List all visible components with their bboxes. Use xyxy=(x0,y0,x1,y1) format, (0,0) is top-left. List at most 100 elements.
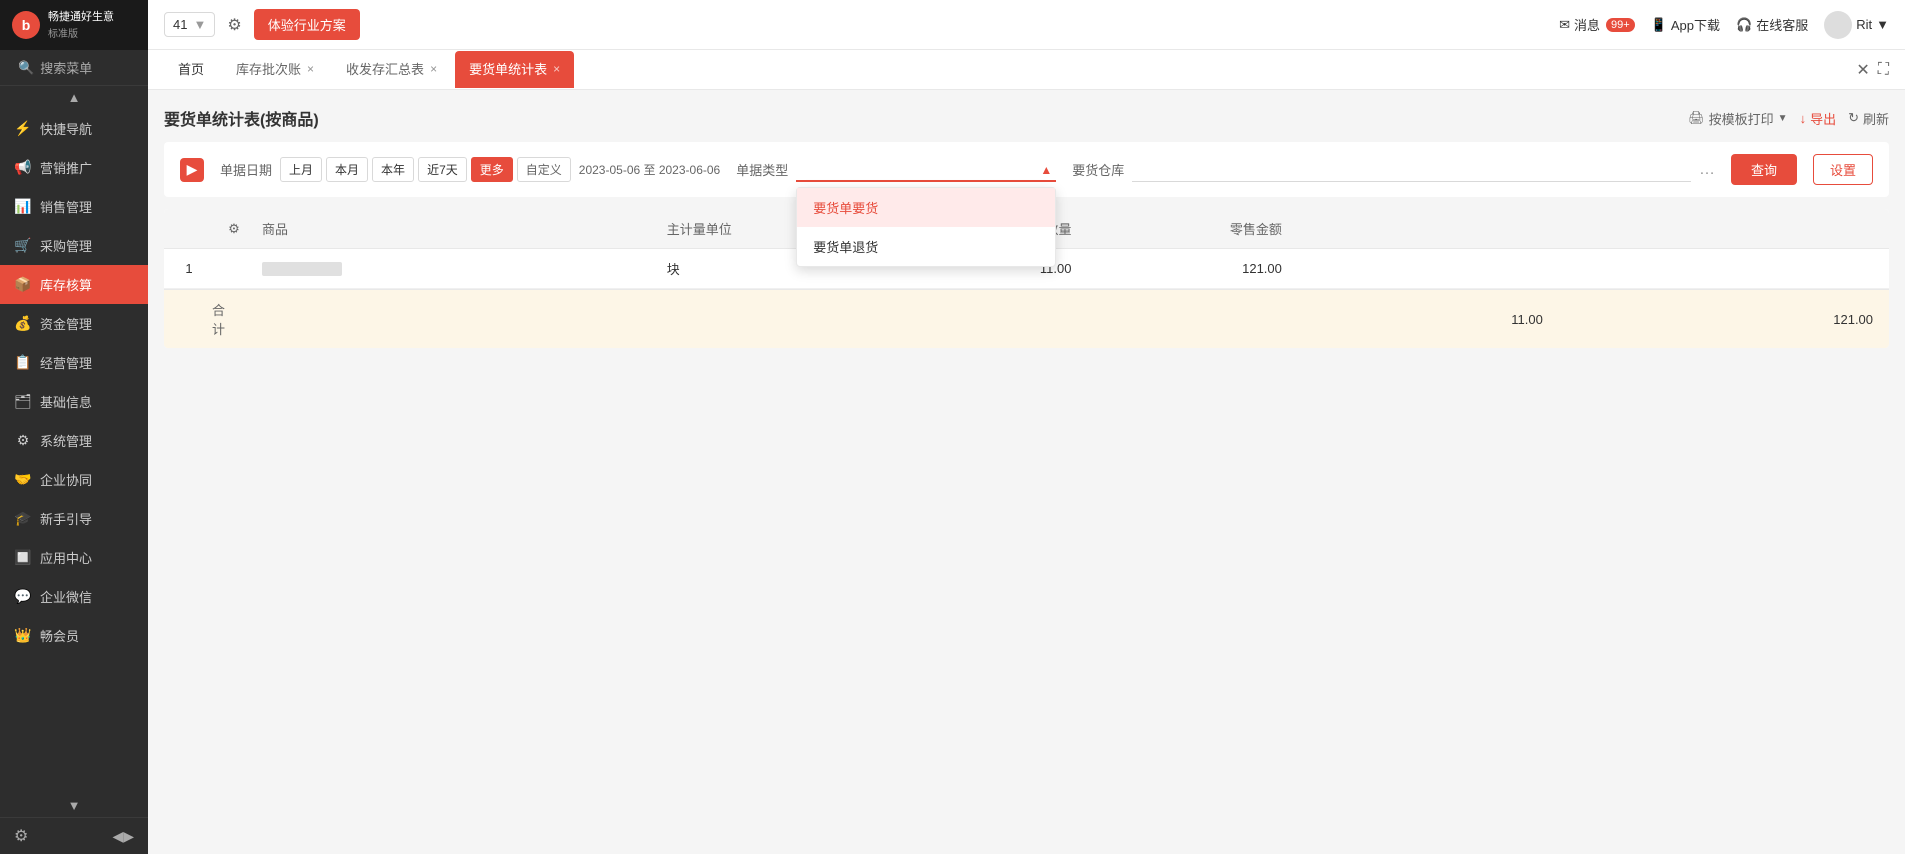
footer-qty: 11.00 xyxy=(1213,312,1543,327)
type-dropdown-arrow[interactable]: ▲ xyxy=(1040,163,1052,177)
sidebar-item-sales[interactable]: 📊 销售管理 xyxy=(0,187,148,226)
messages-btn[interactable]: ✉ 消息 99+ xyxy=(1559,15,1635,34)
warehouse-filter-input[interactable] xyxy=(1132,158,1691,182)
cell-product xyxy=(254,252,659,286)
sidebar-item-label: 基础信息 xyxy=(40,392,92,411)
tab-close-all-btn[interactable]: ✕ xyxy=(1856,60,1869,80)
sidebar-item-label: 畅会员 xyxy=(40,626,79,645)
filter-area: ▶ 单据日期 上月 本月 本年 近7天 更多 自定义 2023-05-06 至 … xyxy=(164,142,1889,197)
sidebar-item-guide[interactable]: 🎓 新手引导 xyxy=(0,499,148,538)
export-icon: ↓ xyxy=(1800,111,1807,126)
sidebar-item-wechat[interactable]: 💬 企业微信 xyxy=(0,577,148,616)
date-btn-last7[interactable]: 近7天 xyxy=(418,157,467,182)
guide-icon: 🎓 xyxy=(14,510,32,528)
sidebar-item-operation[interactable]: 📋 经营管理 xyxy=(0,343,148,382)
date-filter-label: 单据日期 xyxy=(220,160,272,179)
message-icon: ✉ xyxy=(1559,17,1570,33)
app-download-label: App下载 xyxy=(1671,15,1720,34)
cell-amount: 121.00 xyxy=(1080,251,1290,286)
export-label: 导出 xyxy=(1810,109,1836,128)
sidebar-item-inventory[interactable]: 📦 库存核算 xyxy=(0,265,148,304)
date-btn-this-year[interactable]: 本年 xyxy=(372,157,414,182)
sidebar-footer: ⚙ ◀▶ xyxy=(0,817,148,854)
print-template-btn[interactable]: 🖨 按模板打印 ▼ xyxy=(1688,109,1787,128)
sidebar-item-label: 新手引导 xyxy=(40,509,92,528)
branch-dropdown-icon: ▼ xyxy=(193,17,206,32)
page-title: 要货单统计表(按商品) xyxy=(164,106,319,130)
sidebar-item-basic[interactable]: 🗂 基础信息 xyxy=(0,382,148,421)
header-gear-icon[interactable]: ⚙ xyxy=(227,15,241,35)
sidebar-item-label: 企业微信 xyxy=(40,587,92,606)
sidebar-scroll-down[interactable]: ▼ xyxy=(0,794,148,817)
trial-btn[interactable]: 体验行业方案 xyxy=(254,9,360,40)
tab-inventory-batch[interactable]: 库存批次账 × xyxy=(222,51,328,88)
footer-label: 合计 xyxy=(172,300,222,338)
sidebar-item-marketing[interactable]: 📢 营销推广 xyxy=(0,148,148,187)
messages-label: 消息 xyxy=(1574,15,1600,34)
sidebar-item-label: 资金管理 xyxy=(40,314,92,333)
export-btn[interactable]: ↓ 导出 xyxy=(1800,109,1837,128)
warehouse-more-icon[interactable]: … xyxy=(1699,161,1715,179)
sidebar-item-quick-nav[interactable]: ⚡ 快捷导航 xyxy=(0,109,148,148)
date-btn-more[interactable]: 更多 xyxy=(471,157,513,182)
date-btn-custom[interactable]: 自定义 xyxy=(517,157,571,182)
page-actions: 🖨 按模板打印 ▼ ↓ 导出 ↻ 刷新 xyxy=(1688,109,1889,128)
filter-expand-btn[interactable]: ▶ xyxy=(180,158,204,182)
system-icon: ⚙ xyxy=(14,432,32,450)
branch-selector[interactable]: 41 ▼ xyxy=(164,12,215,37)
tab-receivable-summary-label: 收发存汇总表 xyxy=(346,59,424,78)
tab-expand-btn[interactable]: ⛶ xyxy=(1878,60,1889,80)
tab-order-stats-label: 要货单统计表 xyxy=(469,59,547,78)
main-area: 41 ▼ ⚙ 体验行业方案 ✉ 消息 99+ 📱 App下载 🎧 在线客服 R xyxy=(148,0,1905,854)
app-download-btn[interactable]: 📱 App下载 xyxy=(1651,15,1720,34)
page-content: 要货单统计表(按商品) 🖨 按模板打印 ▼ ↓ 导出 ↻ 刷新 ▶ xyxy=(148,90,1905,854)
toggle-sidebar-icon[interactable]: ◀▶ xyxy=(112,828,134,845)
tab-home[interactable]: 首页 xyxy=(164,51,218,88)
tab-receivable-summary[interactable]: 收发存汇总表 × xyxy=(332,51,451,88)
user-menu[interactable]: Rit ▼ xyxy=(1824,11,1889,39)
tab-receivable-summary-close[interactable]: × xyxy=(430,62,437,76)
headset-icon: 🎧 xyxy=(1736,17,1752,33)
online-service-btn[interactable]: 🎧 在线客服 xyxy=(1736,15,1808,34)
search-menu[interactable]: 🔍 搜索菜单 xyxy=(0,50,148,86)
member-icon: 👑 xyxy=(14,627,32,645)
sidebar-item-appstore[interactable]: 🔲 应用中心 xyxy=(0,538,148,577)
tab-inventory-batch-close[interactable]: × xyxy=(307,62,314,76)
sidebar-item-label: 采购管理 xyxy=(40,236,92,255)
type-dropdown: 要货单要货 要货单退货 xyxy=(796,187,1056,267)
basic-icon: 🗂 xyxy=(14,393,32,411)
dropdown-item-order-return[interactable]: 要货单退货 xyxy=(797,227,1055,266)
top-header: 41 ▼ ⚙ 体验行业方案 ✉ 消息 99+ 📱 App下载 🎧 在线客服 R xyxy=(148,0,1905,50)
type-filter-input[interactable] xyxy=(796,157,1056,182)
tab-order-stats[interactable]: 要货单统计表 × xyxy=(455,51,574,88)
logo-icon: b xyxy=(12,11,40,39)
app-name: 畅捷通好生意 xyxy=(48,10,114,25)
query-btn[interactable]: 查询 xyxy=(1731,154,1797,185)
cell-rest xyxy=(1290,259,1889,279)
header-left: 41 ▼ ⚙ 体验行业方案 xyxy=(164,9,360,40)
refresh-icon: ↻ xyxy=(1848,110,1859,126)
tab-inventory-batch-label: 库存批次账 xyxy=(236,59,301,78)
sidebar-item-collab[interactable]: 🤝 企业协同 xyxy=(0,460,148,499)
type-filter-group: 单据类型 ▲ 要货单要货 要货单退货 xyxy=(736,157,1056,182)
refresh-btn[interactable]: ↻ 刷新 xyxy=(1848,109,1889,128)
sidebar-scroll-up[interactable]: ▲ xyxy=(0,86,148,109)
settings-btn[interactable]: 设置 xyxy=(1813,154,1873,185)
date-btn-this-month[interactable]: 本月 xyxy=(326,157,368,182)
print-dropdown-icon: ▼ xyxy=(1778,113,1788,124)
sidebar-item-member[interactable]: 👑 畅会员 xyxy=(0,616,148,655)
date-btn-up-month[interactable]: 上月 xyxy=(280,157,322,182)
branch-number: 41 xyxy=(173,17,187,32)
sidebar-item-finance[interactable]: 💰 资金管理 xyxy=(0,304,148,343)
settings-icon[interactable]: ⚙ xyxy=(14,826,28,846)
col-header-settings[interactable]: ⚙ xyxy=(214,211,254,247)
tab-order-stats-close[interactable]: × xyxy=(553,62,560,76)
sidebar-item-purchase[interactable]: 🛒 采购管理 xyxy=(0,226,148,265)
online-service-label: 在线客服 xyxy=(1756,15,1808,34)
dropdown-item-order-goods[interactable]: 要货单要货 xyxy=(797,188,1055,227)
search-icon: 🔍 xyxy=(18,60,34,76)
type-filter-label: 单据类型 xyxy=(736,160,788,179)
sidebar-item-system[interactable]: ⚙ 系统管理 xyxy=(0,421,148,460)
wechat-icon: 💬 xyxy=(14,588,32,606)
sidebar-item-label: 销售管理 xyxy=(40,197,92,216)
